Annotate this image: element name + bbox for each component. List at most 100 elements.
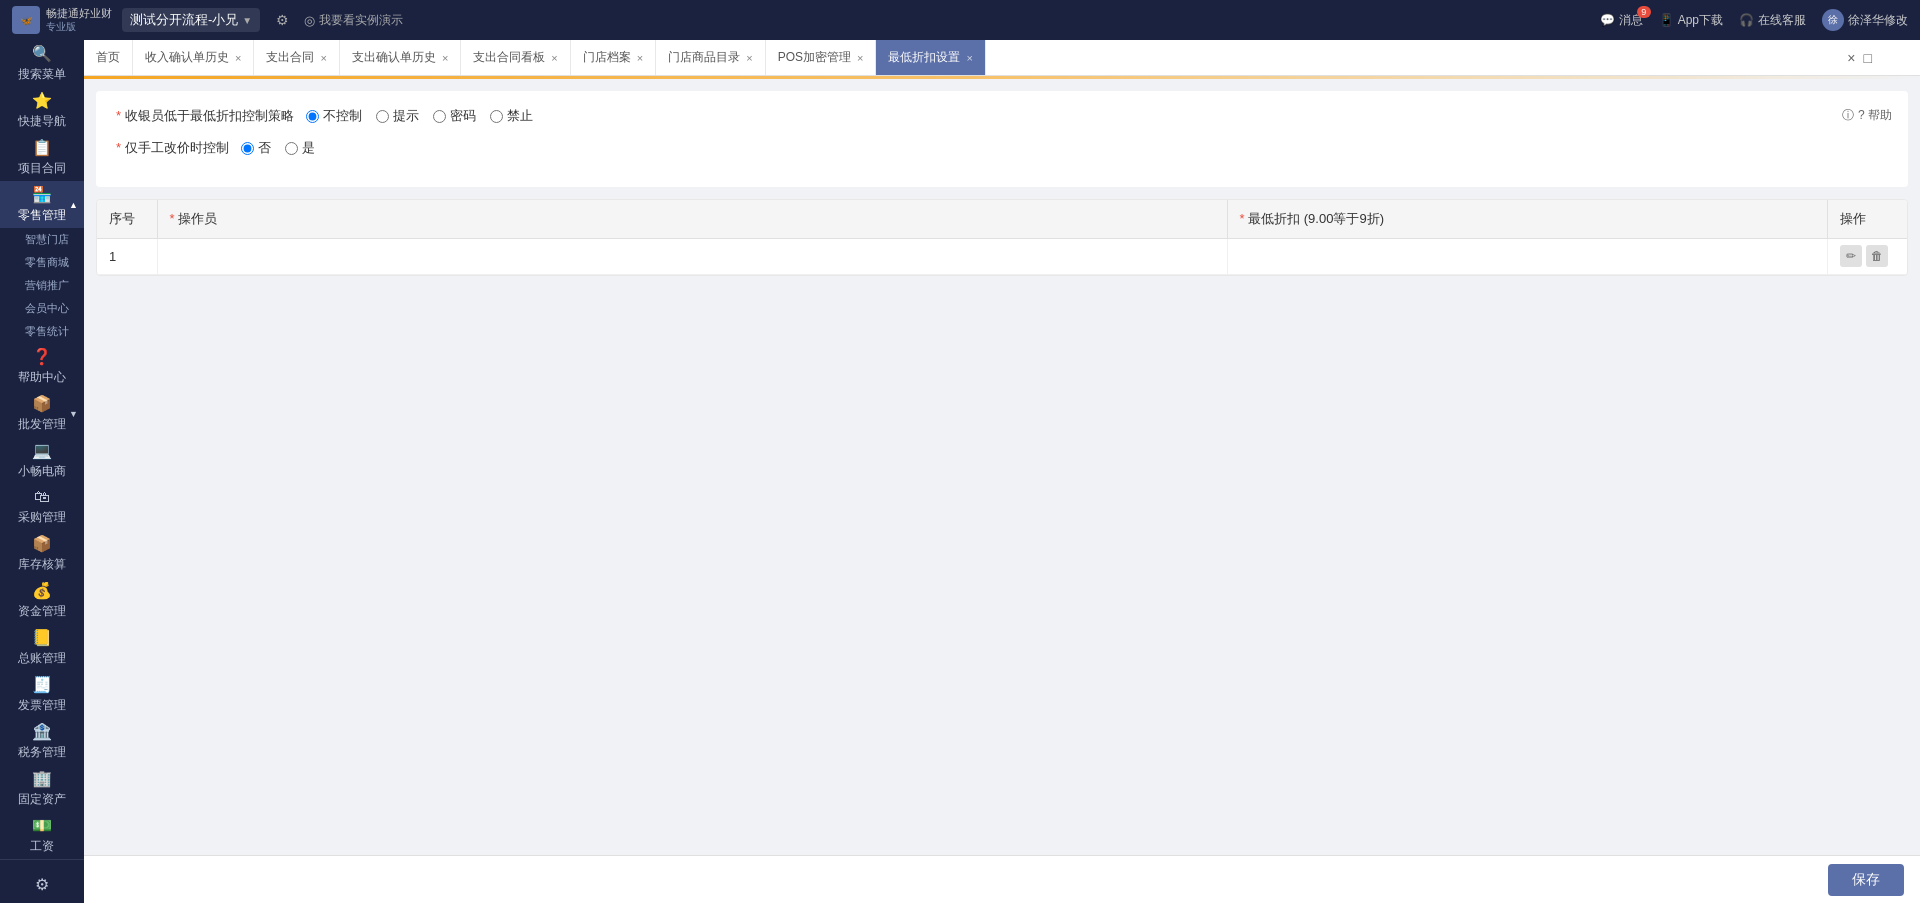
tab-pos-password[interactable]: POS加密管理 × (766, 40, 877, 76)
sidebar-item-retail-stats[interactable]: 零售统计 (0, 320, 84, 343)
radio-password[interactable]: 密码 (433, 107, 476, 125)
radio-no[interactable]: 否 (241, 139, 271, 157)
sidebar-item-member-center[interactable]: 会员中心 (0, 297, 84, 320)
radio-forbid[interactable]: 禁止 (490, 107, 533, 125)
sidebar-item-ecommerce[interactable]: 💻 小畅电商 (0, 437, 84, 484)
main-layout: 🔍 搜索菜单 ⭐ 快捷导航 📋 项目合同 🏪 零售管理 ▲ 智慧门店 零售商城 … (0, 40, 1920, 903)
clipboard-icon: 📋 (32, 138, 52, 157)
delete-icon: 🗑 (1871, 249, 1883, 263)
demo-link[interactable]: ◎ 我要看实例演示 (304, 12, 403, 29)
sidebar-item-inventory[interactable]: 📦 库存核算 (0, 530, 84, 577)
sidebar-item-label: 帮助中心 (18, 369, 66, 386)
logo-icon: 🦋 (12, 6, 40, 34)
radio-tip-input[interactable] (376, 110, 389, 123)
sidebar-item-label: 快捷导航 (18, 113, 66, 130)
invoice-icon: 🧾 (32, 675, 52, 694)
policy-label: 收银员低于最低折扣控制策略 (116, 107, 294, 125)
help-icon: ❓ (32, 347, 52, 366)
sidebar-item-quick-nav[interactable]: ⭐ 快捷导航 (0, 87, 84, 134)
avatar: 徐 (1822, 9, 1844, 31)
sidebar-item-label: 小畅电商 (18, 463, 66, 480)
sidebar-item-accounting[interactable]: 📒 总账管理 (0, 624, 84, 671)
tab-expand-button[interactable]: □ (1864, 50, 1872, 66)
save-button[interactable]: 保存 (1828, 864, 1904, 896)
tab-store-file[interactable]: 门店档案 × (571, 40, 656, 76)
online-service-button[interactable]: 🎧 在线客服 (1739, 12, 1806, 29)
app-download-button[interactable]: 📱 App下载 (1659, 12, 1723, 29)
manual-price-form-row: 仅手工改价时控制 否 是 (116, 139, 1888, 157)
tab-home[interactable]: 首页 (84, 40, 133, 76)
tab-close-icon[interactable]: × (442, 52, 448, 64)
sidebar-item-label: 会员中心 (25, 301, 69, 316)
sidebar-item-invoice-mgmt[interactable]: 🧾 发票管理 (0, 671, 84, 718)
sidebar-item-retail-mgmt[interactable]: 🏪 零售管理 ▲ (0, 181, 84, 228)
radio-yes-input[interactable] (285, 142, 298, 155)
sidebar-item-marketing[interactable]: 营销推广 (0, 274, 84, 297)
tab-payment-confirm-history[interactable]: 支出确认单历史 × (340, 40, 461, 76)
tab-label: 支出确认单历史 (352, 49, 436, 66)
tab-close-icon[interactable]: × (637, 52, 643, 64)
sidebar-item-label: 智慧门店 (25, 232, 69, 247)
header-right: 💬 消息 9 📱 App下载 🎧 在线客服 徐 徐泽华修改 (1600, 9, 1908, 31)
radio-no-control-input[interactable] (306, 110, 319, 123)
tab-close-icon[interactable]: × (320, 52, 326, 64)
tab-close-icon[interactable]: × (235, 52, 241, 64)
sidebar-item-smart-store[interactable]: 智慧门店 (0, 228, 84, 251)
sidebar-item-label: 零售商城 (25, 255, 69, 270)
cell-operator (157, 238, 1227, 274)
tab-close-icon[interactable]: × (857, 52, 863, 64)
sidebar-item-retail-mall[interactable]: 零售商城 (0, 251, 84, 274)
tab-income-history[interactable]: 收入确认单历史 × (133, 40, 254, 76)
tab-label: 支出合同看板 (473, 49, 545, 66)
sidebar-item-fixed-assets[interactable]: 🏢 固定资产 (0, 765, 84, 812)
sidebar-item-purchase-mgmt[interactable]: 🛍 采购管理 (0, 484, 84, 530)
col-header-discount: 最低折扣 (9.00等于9折) (1227, 200, 1827, 238)
help-circle-icon: ⓘ (1842, 107, 1854, 124)
sidebar-item-label: 营销推广 (25, 278, 69, 293)
tab-min-discount[interactable]: 最低折扣设置 × (876, 40, 985, 76)
help-button[interactable]: ⓘ ? 帮助 (1842, 107, 1892, 124)
sidebar-item-search-menu[interactable]: 🔍 搜索菜单 (0, 40, 84, 87)
radio-forbid-input[interactable] (490, 110, 503, 123)
salary-icon: 💵 (32, 816, 52, 835)
settings-icon[interactable]: ⚙ (270, 8, 294, 32)
radio-password-input[interactable] (433, 110, 446, 123)
tab-label: 门店商品目录 (668, 49, 740, 66)
project-selector[interactable]: 测试分开流程-小兄 ▼ (122, 8, 260, 32)
user-profile-button[interactable]: 徐 徐泽华修改 (1822, 9, 1908, 31)
tab-label: 首页 (96, 49, 120, 66)
radio-yes[interactable]: 是 (285, 139, 315, 157)
table-row: 1 ✏ 🗑 (97, 238, 1907, 274)
store-icon: 🏪 (32, 185, 52, 204)
sidebar-settings-button[interactable]: ⚙ (0, 860, 84, 903)
edit-button[interactable]: ✏ (1840, 245, 1862, 267)
sidebar-item-capital-mgmt[interactable]: 💰 资金管理 (0, 577, 84, 624)
tab-store-catalog[interactable]: 门店商品目录 × (656, 40, 765, 76)
messages-button[interactable]: 💬 消息 9 (1600, 12, 1643, 29)
sidebar-item-batch-mgmt[interactable]: 📦 批发管理 ▼ (0, 390, 84, 437)
discount-table: 序号 操作员 最低折扣 (9.00等于9折) 操作 1 (97, 200, 1907, 275)
tab-close-icon[interactable]: × (966, 52, 972, 64)
form-card: ⓘ ? 帮助 收银员低于最低折扣控制策略 不控制 提示 (96, 91, 1908, 187)
tab-close-button[interactable]: × (1847, 50, 1855, 66)
tab-close-icon[interactable]: × (551, 52, 557, 64)
sidebar-item-salary[interactable]: 💵 工资 (0, 812, 84, 859)
sidebar-item-help-center[interactable]: ❓ 帮助中心 (0, 343, 84, 390)
delete-button[interactable]: 🗑 (1866, 245, 1888, 267)
sidebar-item-label: 项目合同 (18, 160, 66, 177)
sidebar-item-label: 固定资产 (18, 791, 66, 808)
inventory-icon: 📦 (32, 534, 52, 553)
tab-payment-board[interactable]: 支出合同看板 × (461, 40, 570, 76)
sidebar-item-project-contract[interactable]: 📋 项目合同 (0, 134, 84, 181)
radio-no-input[interactable] (241, 142, 254, 155)
tab-label: 最低折扣设置 (888, 49, 960, 66)
sidebar-item-tax-mgmt[interactable]: 🏦 税务管理 (0, 718, 84, 765)
table-header-row: 序号 操作员 最低折扣 (9.00等于9折) 操作 (97, 200, 1907, 238)
tax-icon: 🏦 (32, 722, 52, 741)
radio-no-control[interactable]: 不控制 (306, 107, 362, 125)
content-area: 首页 收入确认单历史 × 支出合同 × 支出确认单历史 × 支出合同看板 × 门… (84, 40, 1920, 903)
tab-close-icon[interactable]: × (746, 52, 752, 64)
action-icons: ✏ 🗑 (1840, 245, 1896, 267)
tab-payment-contract[interactable]: 支出合同 × (254, 40, 339, 76)
radio-tip[interactable]: 提示 (376, 107, 419, 125)
